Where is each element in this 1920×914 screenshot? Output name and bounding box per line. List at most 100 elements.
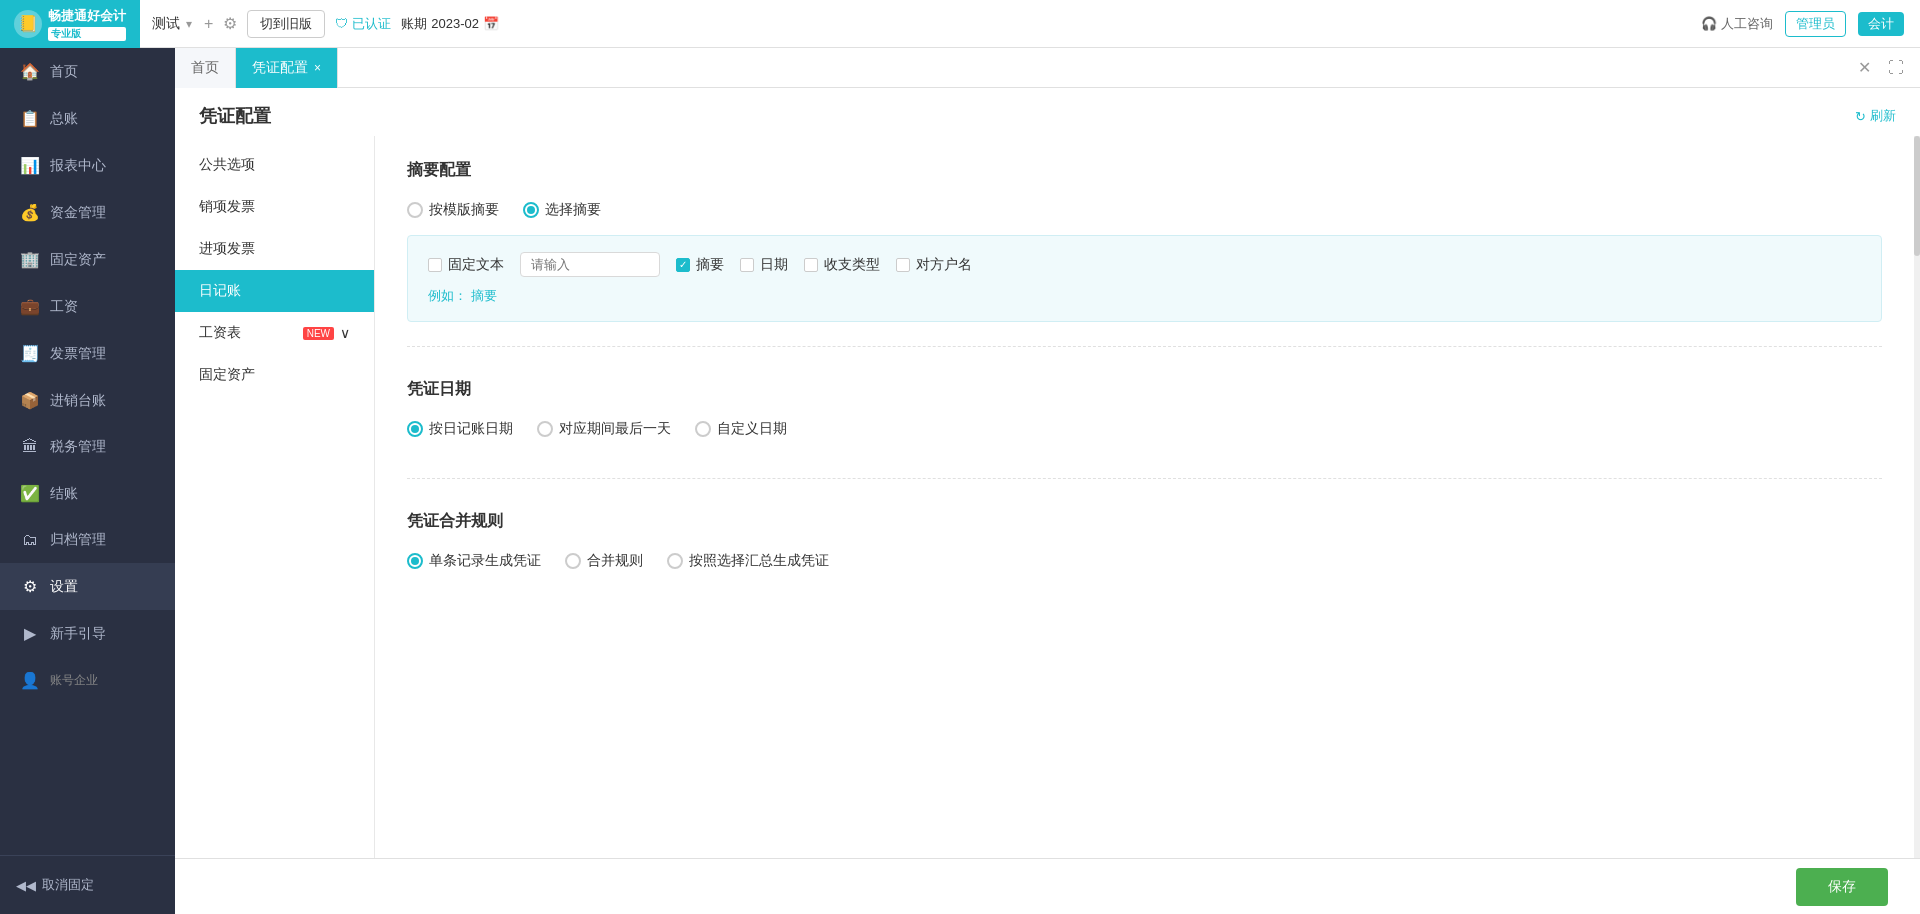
voucher-date-title: 凭证日期 [407,379,1882,400]
page-header: 凭证配置 ↻ 刷新 [175,88,1920,136]
tax-icon: 🏛 [20,438,40,456]
bottom-bar: 保存 [175,858,1920,914]
headset-icon: 🎧 [1701,16,1717,31]
add-icon[interactable]: + [204,15,213,33]
payroll-icon: 💼 [20,297,40,316]
refresh-icon: ↻ [1855,109,1866,124]
left-nav-item-public[interactable]: 公共选项 [175,144,374,186]
refresh-btn[interactable]: ↻ 刷新 [1855,107,1896,125]
left-nav-item-fixed-assets[interactable]: 固定资产 [175,354,374,396]
radio-by-select-summary[interactable]: 按照选择汇总生成凭证 [667,552,829,570]
sidebar-bottom: ◀◀ 取消固定 [0,855,175,914]
sidebar-item-funds[interactable]: 💰 资金管理 [0,189,175,236]
sales-icon: 📦 [20,391,40,410]
checkbox-date[interactable]: 日期 [740,256,788,274]
radio-last-day[interactable]: 对应期间最后一天 [537,420,671,438]
checkbox-counterpart[interactable]: 对方户名 [896,256,972,274]
settings-sidebar-icon: ⚙ [20,577,40,596]
left-nav-item-journal[interactable]: 日记账 [175,270,374,312]
scrollbar-thumb [1914,136,1920,256]
sidebar-item-sales[interactable]: 📦 进销台账 [0,377,175,424]
sidebar-item-assets[interactable]: 🏢 固定资产 [0,236,175,283]
cancel-fixed-btn[interactable]: ◀◀ 取消固定 [0,866,175,904]
radio-by-select-circle [667,553,683,569]
radio-single-circle [407,553,423,569]
sidebar-item-tax[interactable]: 🏛 税务管理 [0,424,175,470]
checkbox-fixed-text[interactable]: 固定文本 [428,256,504,274]
left-nav-item-purchase-invoice[interactable]: 进项发票 [175,228,374,270]
example-text: 例如： 摘要 [428,287,1861,305]
voucher-merge-title: 凭证合并规则 [407,511,1882,532]
radio-last-day-circle [537,421,553,437]
logo-text: 畅捷通好会计 专业版 [48,7,126,41]
sidebar-item-home[interactable]: 🏠 首页 [0,48,175,95]
voucher-merge-section: 凭证合并规则 单条记录生成凭证 合并规则 [407,511,1882,610]
checkbox-income-type[interactable]: 收支类型 [804,256,880,274]
content-area: 首页 凭证配置 × ✕ ⛶ 凭证配置 ↻ 刷新 [175,48,1920,914]
voucher-merge-radio-group: 单条记录生成凭证 合并规则 按照选择汇总生成凭证 [407,552,1882,570]
checkbox-summary[interactable]: ✓ 摘要 [676,256,724,274]
close-window-btn[interactable]: ✕ [1852,56,1876,80]
tab-controls: ✕ ⛶ [1852,56,1920,80]
user-btn[interactable]: 管理员 [1785,11,1846,37]
tab-close-icon[interactable]: × [314,61,321,75]
topbar: 📒 畅捷通好会计 专业版 测试 ▾ + ⚙ 切到旧版 🛡 已认证 账期 2023… [0,0,1920,48]
account-period: 账期 2023-02 📅 [401,15,499,33]
save-button[interactable]: 保存 [1796,868,1888,906]
radio-by-journal[interactable]: 按日记账日期 [407,420,513,438]
archive-icon: 🗂 [20,531,40,549]
left-nav-item-payroll-table[interactable]: 工资表 NEW ∨ [175,312,374,354]
topbar-actions: + ⚙ 切到旧版 🛡 已认证 账期 2023-02 📅 [204,10,499,38]
summary-config-title: 摘要配置 [407,160,1882,181]
sidebar-item-archive[interactable]: 🗂 归档管理 [0,517,175,563]
settings-icon[interactable]: ⚙ [223,14,237,33]
role-btn[interactable]: 会计 [1858,12,1904,36]
main-layout: 🏠 首页 📋 总账 📊 报表中心 💰 资金管理 🏢 固定资产 💼 工资 [0,48,1920,914]
right-panel-scrollbar[interactable] [1914,136,1920,858]
sidebar-item-reports[interactable]: 📊 报表中心 [0,142,175,189]
checkbox-counterpart-box [896,258,910,272]
sidebar-item-closing[interactable]: ✅ 结账 [0,470,175,517]
summary-options-box: 固定文本 ✓ 摘要 日期 [407,235,1882,322]
funds-icon: 💰 [20,203,40,222]
calendar-icon[interactable]: 📅 [483,16,499,31]
topbar-right: 🎧 人工咨询 管理员 会计 [1701,11,1904,37]
sidebar-item-invoice[interactable]: 🧾 发票管理 [0,330,175,377]
extra-icon: 👤 [20,671,40,690]
arrow-left-icon: ◀◀ [16,878,36,893]
radio-select-circle [523,202,539,218]
sidebar-scroll: 🏠 首页 📋 总账 📊 报表中心 💰 资金管理 🏢 固定资产 💼 工资 [0,48,175,855]
sidebar-item-settings[interactable]: ⚙ 设置 [0,563,175,610]
chevron-down-icon: ▾ [186,17,192,31]
checkbox-summary-box: ✓ [676,258,690,272]
invoice-icon: 🧾 [20,344,40,363]
sidebar-item-ledger[interactable]: 📋 总账 [0,95,175,142]
shield-icon: 🛡 [335,16,348,31]
sidebar-item-extra[interactable]: 👤 账号企业 [0,657,175,704]
radio-select-summary[interactable]: 选择摘要 [523,201,601,219]
radio-template-circle [407,202,423,218]
radio-merge-rule[interactable]: 合并规则 [565,552,643,570]
expand-btn[interactable]: ⛶ [1884,56,1908,80]
chevron-down-icon: ∨ [340,325,350,341]
sidebar-item-payroll[interactable]: 💼 工资 [0,283,175,330]
voucher-date-radio-group: 按日记账日期 对应期间最后一天 自定义日期 [407,420,1882,438]
company-selector[interactable]: 测试 ▾ [152,15,192,33]
summary-options-row: 固定文本 ✓ 摘要 日期 [428,252,1861,277]
left-nav-item-sales-invoice[interactable]: 销项发票 [175,186,374,228]
help-btn[interactable]: 🎧 人工咨询 [1701,15,1773,33]
tab-voucher-config[interactable]: 凭证配置 × [236,48,338,88]
sidebar: 🏠 首页 📋 总账 📊 报表中心 💰 资金管理 🏢 固定资产 💼 工资 [0,48,175,914]
radio-single-record[interactable]: 单条记录生成凭证 [407,552,541,570]
left-nav: 公共选项 销项发票 进项发票 日记账 工资表 NEW ∨ 固定资产 [175,136,375,858]
radio-by-journal-circle [407,421,423,437]
fixed-text-input[interactable] [520,252,660,277]
ledger-icon: 📋 [20,109,40,128]
sidebar-item-guide[interactable]: ▶ 新手引导 [0,610,175,657]
radio-template-summary[interactable]: 按模版摘要 [407,201,499,219]
certified-status: 🛡 已认证 [335,15,391,33]
switch-old-btn[interactable]: 切到旧版 [247,10,325,38]
radio-custom-circle [695,421,711,437]
tab-home[interactable]: 首页 [175,48,236,88]
radio-custom-date[interactable]: 自定义日期 [695,420,787,438]
